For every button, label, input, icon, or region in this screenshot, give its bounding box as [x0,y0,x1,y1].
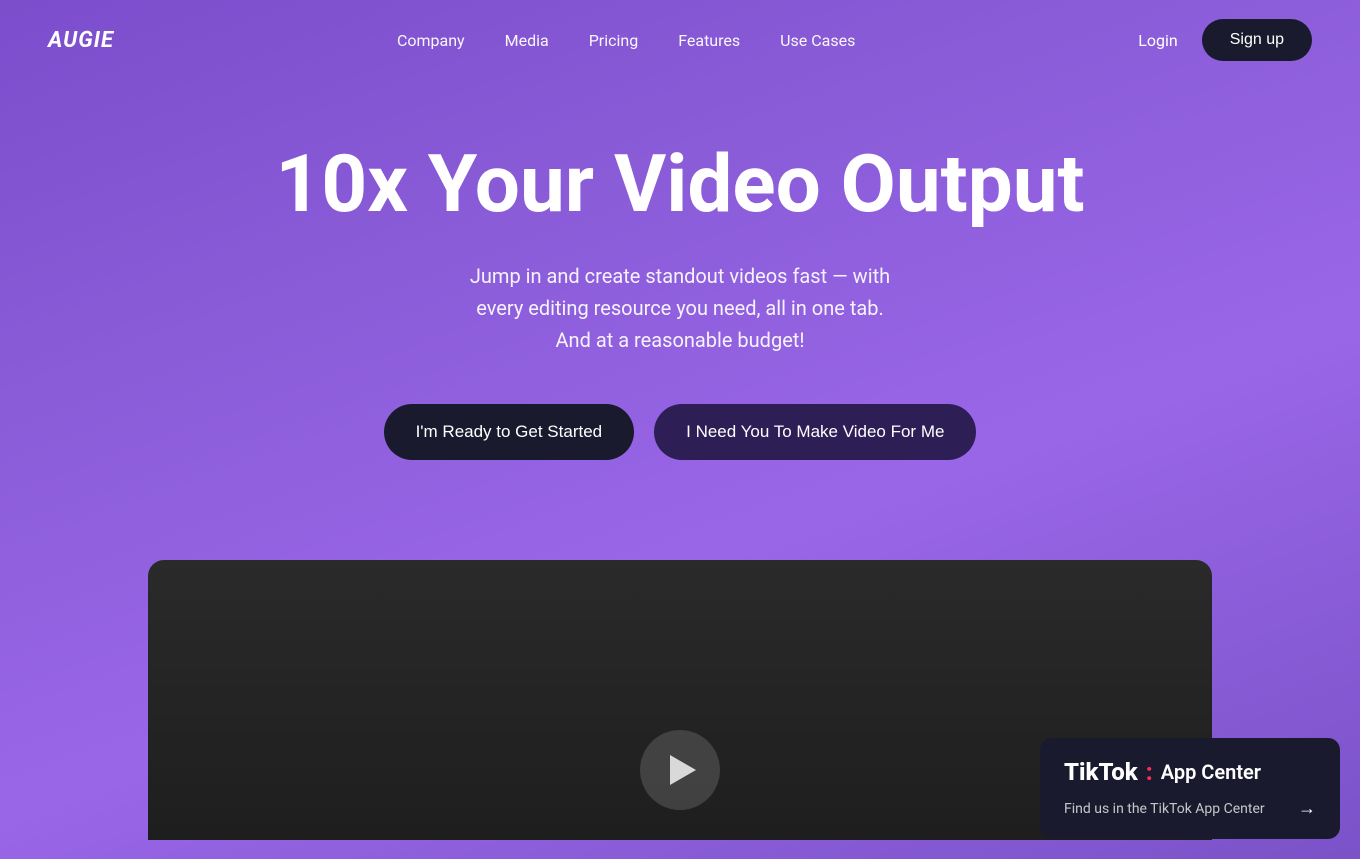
hero-subtitle: Jump in and create standout videos fast … [48,260,1312,356]
navbar: AUGiE Company Media Pricing Features Use… [0,0,1360,80]
tiktok-find-us-row[interactable]: Find us in the TikTok App Center → [1064,798,1316,819]
nav-item-use-cases[interactable]: Use Cases [780,31,855,50]
signup-button[interactable]: Sign up [1202,19,1312,61]
tiktok-app-center-label: App Center [1161,760,1261,784]
play-icon[interactable] [640,730,720,810]
hero-title: 10x Your Video Output [48,140,1312,228]
nav-actions: Login Sign up [1138,19,1312,61]
nav-item-company[interactable]: Company [397,31,465,50]
nav-links: Company Media Pricing Features Use Cases [397,31,855,50]
tiktok-colon: : [1146,758,1153,786]
tiktok-header: TikTok : App Center [1064,758,1316,786]
cta-get-started-button[interactable]: I'm Ready to Get Started [384,404,635,460]
brand-logo[interactable]: AUGiE [48,28,114,53]
tiktok-arrow-icon: → [1298,798,1316,819]
tiktok-find-us-text: Find us in the TikTok App Center [1064,801,1265,817]
login-link[interactable]: Login [1138,31,1177,50]
hero-cta-group: I'm Ready to Get Started I Need You To M… [48,404,1312,460]
cta-make-video-button[interactable]: I Need You To Make Video For Me [654,404,976,460]
nav-item-media[interactable]: Media [505,31,549,50]
tiktok-logo: TikTok [1064,758,1138,786]
tiktok-banner: TikTok : App Center Find us in the TikTo… [1040,738,1340,839]
nav-item-features[interactable]: Features [678,31,740,50]
hero-section: 10x Your Video Output Jump in and create… [0,80,1360,560]
nav-item-pricing[interactable]: Pricing [589,31,639,50]
